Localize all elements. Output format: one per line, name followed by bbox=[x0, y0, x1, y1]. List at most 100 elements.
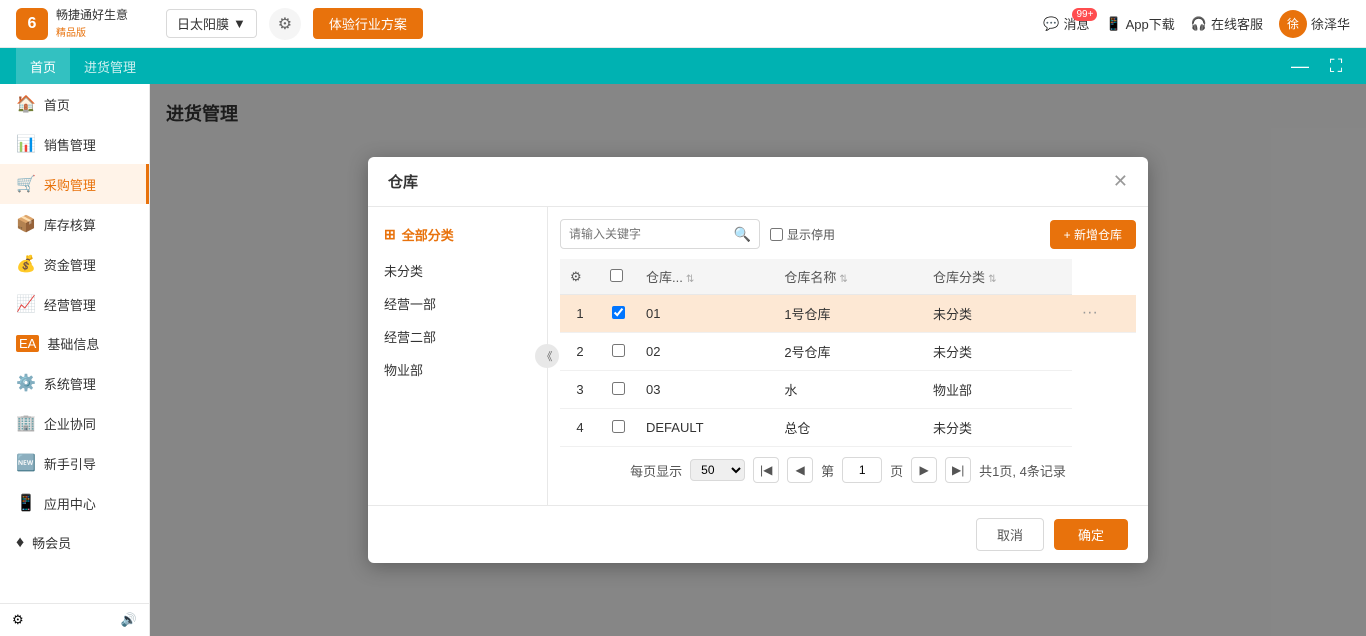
sidebar-item-system[interactable]: ⚙️ 系统管理 bbox=[0, 363, 149, 403]
sidebar-label-system: 系统管理 bbox=[44, 374, 96, 393]
sort-icon-code: ⇅ bbox=[686, 274, 694, 285]
sidebar-label-home: 首页 bbox=[44, 95, 70, 114]
sidebar-item-home[interactable]: 🏠 首页 bbox=[0, 84, 149, 124]
enterprise-icon: 🏢 bbox=[16, 413, 36, 433]
row-more[interactable]: ··· bbox=[1072, 295, 1136, 333]
category-collapse-button[interactable]: 《 bbox=[535, 344, 559, 368]
minimize-button[interactable]: — bbox=[1286, 52, 1314, 80]
th-settings: ⚙ bbox=[560, 259, 600, 295]
chevron-down-icon: ▼ bbox=[233, 16, 246, 31]
row-checkbox[interactable] bbox=[612, 306, 625, 319]
main-content: 进货管理 仓库 ✕ ⊞ 全部分类 bbox=[150, 84, 1366, 636]
operation-icon: 📈 bbox=[16, 294, 36, 314]
sidebar-label-guide: 新手引导 bbox=[44, 454, 96, 473]
expand-button[interactable]: ⛶ bbox=[1322, 52, 1350, 80]
table-row[interactable]: 2 02 2号仓库 未分类 bbox=[560, 333, 1136, 371]
warehouse-table: ⚙ 仓库...⇅ 仓库名称⇅ 仓库分类⇅ 1 01 1号仓库 未分类 bbox=[560, 259, 1136, 447]
modal-overlay: 仓库 ✕ ⊞ 全部分类 未分类 经营一部 经营二部 物业部 bbox=[150, 84, 1366, 636]
finance-icon: 💰 bbox=[16, 254, 36, 274]
grid-icon: ⊞ bbox=[384, 226, 396, 243]
row-name: 水 bbox=[774, 371, 923, 409]
sub-nav-purchase[interactable]: 进货管理 bbox=[70, 48, 150, 84]
show-disabled-label: 显示停用 bbox=[787, 226, 835, 243]
store-selector[interactable]: 日太阳膜 ▼ bbox=[166, 9, 257, 38]
trial-button[interactable]: 体验行业方案 bbox=[313, 8, 423, 39]
row-checkbox[interactable] bbox=[612, 344, 625, 357]
service-item[interactable]: 🎧 在线客服 bbox=[1191, 14, 1263, 33]
sidebar-label-inventory: 库存核算 bbox=[44, 215, 96, 234]
table-row[interactable]: 1 01 1号仓库 未分类 ··· bbox=[560, 295, 1136, 333]
logo-text: 畅捷通好生意 bbox=[56, 8, 128, 24]
avatar: 徐 bbox=[1279, 10, 1307, 38]
row-checkbox[interactable] bbox=[612, 420, 625, 433]
search-wrap: 🔍 bbox=[560, 219, 760, 249]
sidebar-label-member: 畅会员 bbox=[32, 533, 71, 552]
settings-table-icon: ⚙ bbox=[570, 269, 582, 284]
cat-item-unclassified[interactable]: 未分类 bbox=[368, 254, 547, 287]
sidebar-item-operation[interactable]: 📈 经营管理 bbox=[0, 284, 149, 324]
sidebar-item-enterprise[interactable]: 🏢 企业协同 bbox=[0, 403, 149, 443]
sidebar-item-basic[interactable]: EA 基础信息 bbox=[0, 324, 149, 363]
sidebar-item-member[interactable]: ♦ 畅会员 bbox=[0, 523, 149, 562]
sidebar-item-apps[interactable]: 📱 应用中心 bbox=[0, 483, 149, 523]
message-icon: 💬 bbox=[1043, 16, 1059, 32]
modal-body: ⊞ 全部分类 未分类 经营一部 经营二部 物业部 《 bbox=[368, 207, 1148, 505]
page-unit: 页 bbox=[890, 461, 903, 480]
page-label: 第 bbox=[821, 461, 834, 480]
cat-item-op1[interactable]: 经营一部 bbox=[368, 287, 547, 320]
sidebar-item-guide[interactable]: 🆕 新手引导 bbox=[0, 443, 149, 483]
show-disabled-checkbox[interactable] bbox=[770, 228, 783, 241]
th-checkbox bbox=[600, 259, 636, 295]
row-code: 01 bbox=[636, 295, 774, 333]
row-name: 总仓 bbox=[774, 409, 923, 447]
row-num: 1 bbox=[560, 295, 600, 333]
row-checkbox[interactable] bbox=[612, 382, 625, 395]
cat-item-property[interactable]: 物业部 bbox=[368, 353, 547, 386]
logo-badge: 精品版 bbox=[56, 24, 128, 39]
cancel-button[interactable]: 取消 bbox=[976, 518, 1044, 551]
sidebar: 🏠 首页 📊 销售管理 🛒 采购管理 📦 库存核算 💰 资金管理 📈 经营管理 … bbox=[0, 84, 150, 636]
sidebar-item-purchase[interactable]: 🛒 采购管理 bbox=[0, 164, 149, 204]
table-row[interactable]: 4 DEFAULT 总仓 未分类 bbox=[560, 409, 1136, 447]
sort-icon-category: ⇅ bbox=[988, 274, 996, 285]
search-input[interactable] bbox=[569, 227, 734, 241]
speaker-icon[interactable]: 🔊 bbox=[121, 612, 137, 628]
sub-header-right: — ⛶ bbox=[1286, 52, 1350, 80]
sort-icon-name: ⇅ bbox=[839, 274, 847, 285]
show-disabled-wrap: 显示停用 bbox=[770, 226, 835, 243]
app-download-item[interactable]: 📱 App下载 bbox=[1105, 14, 1174, 33]
add-warehouse-button[interactable]: + 新增仓库 bbox=[1050, 220, 1136, 249]
sub-nav-home[interactable]: 首页 bbox=[16, 48, 70, 84]
settings-bottom-icon[interactable]: ⚙ bbox=[12, 612, 24, 628]
sidebar-label-purchase: 采购管理 bbox=[44, 175, 96, 194]
user-profile[interactable]: 徐 徐泽华 bbox=[1279, 10, 1350, 38]
more-icon[interactable]: ··· bbox=[1082, 304, 1098, 321]
message-item[interactable]: 💬 消息 99+ bbox=[1043, 14, 1089, 33]
last-page-button[interactable]: ▶| bbox=[945, 457, 971, 483]
page-size-select[interactable]: 50 100 200 bbox=[690, 459, 745, 481]
row-category: 物业部 bbox=[923, 371, 1072, 409]
next-page-button[interactable]: ▶ bbox=[911, 457, 937, 483]
sidebar-item-finance[interactable]: 💰 资金管理 bbox=[0, 244, 149, 284]
select-all-checkbox[interactable] bbox=[610, 269, 623, 282]
category-header[interactable]: ⊞ 全部分类 bbox=[368, 219, 547, 254]
cat-item-op2[interactable]: 经营二部 bbox=[368, 320, 547, 353]
sidebar-item-sales[interactable]: 📊 销售管理 bbox=[0, 124, 149, 164]
message-badge: 99+ bbox=[1072, 8, 1097, 21]
sidebar-label-basic: 基础信息 bbox=[47, 334, 99, 353]
per-page-label: 每页显示 bbox=[630, 461, 682, 480]
settings-button[interactable]: ⚙ bbox=[269, 8, 301, 40]
row-code: 03 bbox=[636, 371, 774, 409]
sidebar-label-apps: 应用中心 bbox=[44, 494, 96, 513]
first-page-button[interactable]: |◀ bbox=[753, 457, 779, 483]
member-icon: ♦ bbox=[16, 534, 24, 552]
modal-close-button[interactable]: ✕ bbox=[1113, 171, 1128, 192]
th-category: 仓库分类⇅ bbox=[923, 259, 1072, 295]
table-row[interactable]: 3 03 水 物业部 bbox=[560, 371, 1136, 409]
logo-area: 6 畅捷通好生意 精品版 bbox=[16, 8, 166, 40]
page-input[interactable] bbox=[842, 457, 882, 483]
row-checkbox-cell bbox=[600, 333, 636, 371]
prev-page-button[interactable]: ◀ bbox=[787, 457, 813, 483]
sidebar-item-inventory[interactable]: 📦 库存核算 bbox=[0, 204, 149, 244]
confirm-button[interactable]: 确定 bbox=[1054, 519, 1128, 550]
